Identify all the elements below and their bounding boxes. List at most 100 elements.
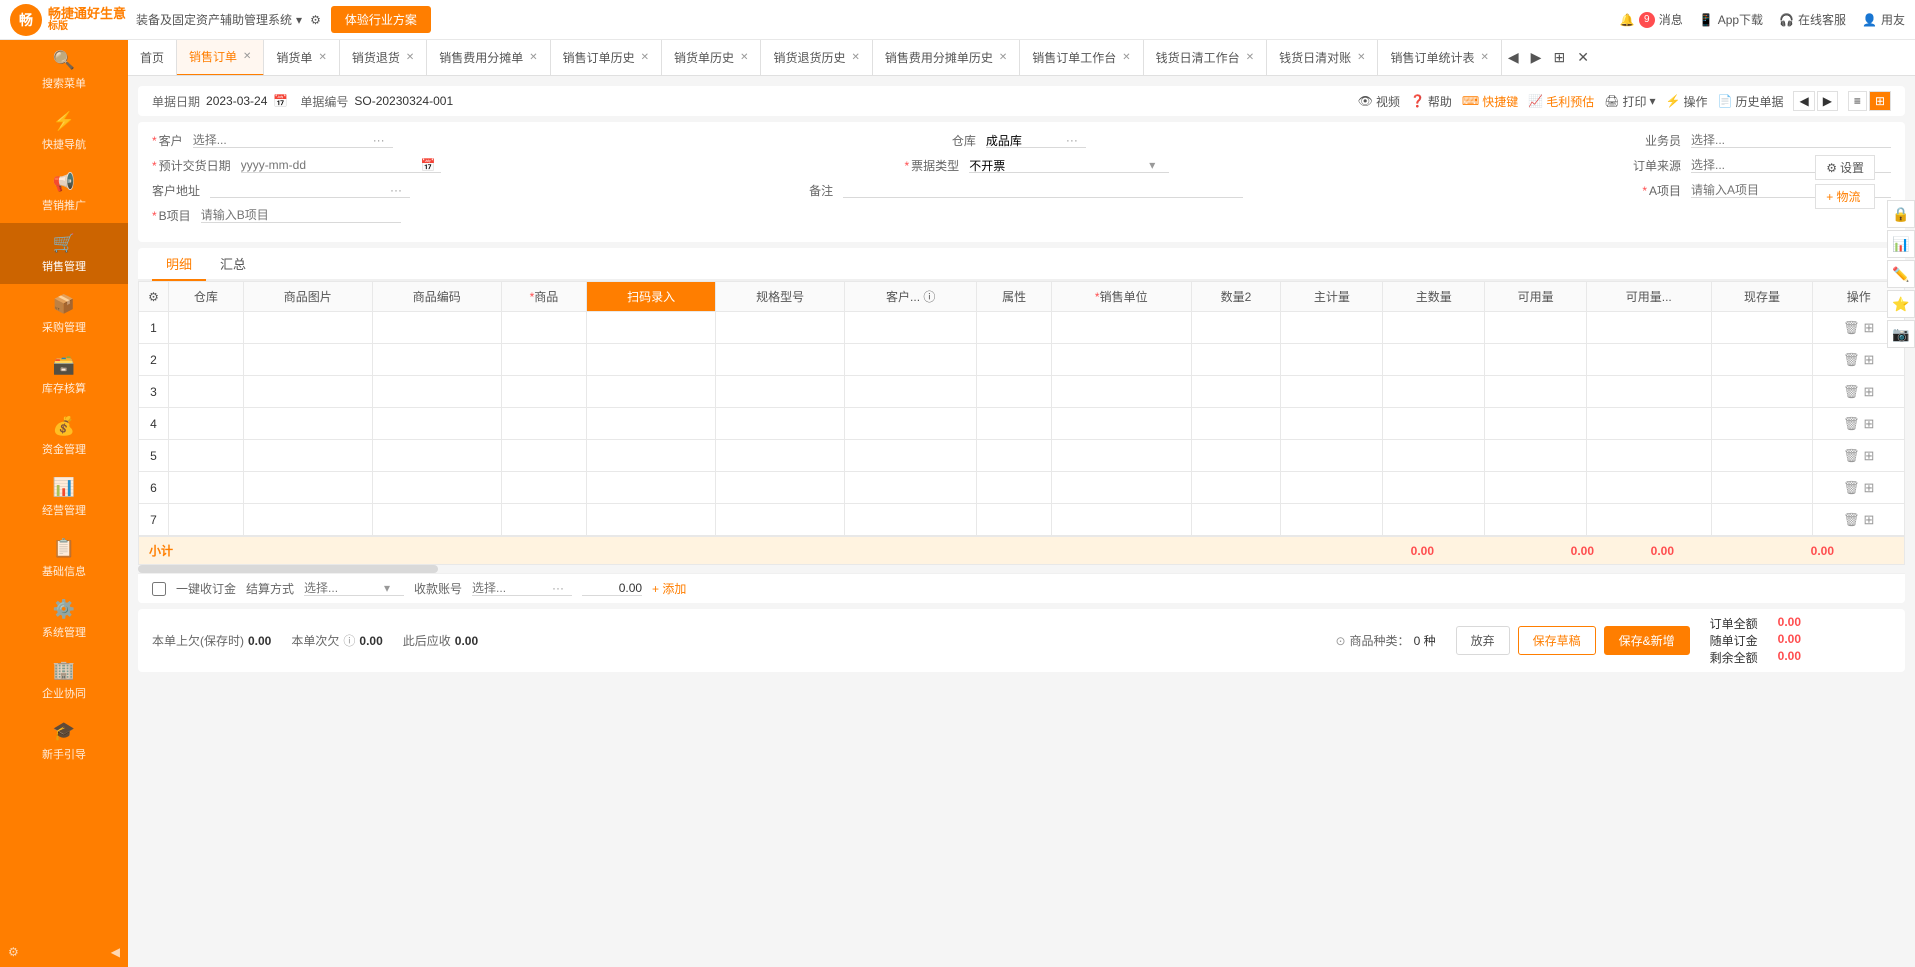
b-project-field[interactable] <box>201 208 381 222</box>
sidebar-item-sales[interactable]: 🛒 销售管理 <box>0 223 128 284</box>
account-field[interactable] <box>472 581 552 595</box>
tab-sales-invoice[interactable]: 销货单 ✕ <box>264 40 339 76</box>
tab-close-order-workbench[interactable]: ✕ <box>1122 52 1130 63</box>
sidebar-item-system[interactable]: ⚙️ 系统管理 <box>0 589 128 650</box>
solution-button[interactable]: 体验行业方案 <box>331 6 431 33</box>
delete-row-5-icon[interactable]: 🗑 <box>1843 448 1860 464</box>
customer-input[interactable]: ··· <box>193 133 393 148</box>
delete-row-2-icon[interactable]: 🗑 <box>1843 352 1860 368</box>
delete-row-1-icon[interactable]: 🗑 <box>1843 320 1860 336</box>
operation-btn[interactable]: ⚡ 操作 <box>1666 93 1708 110</box>
tab-expand-btn[interactable]: ⊞ <box>1547 40 1571 76</box>
address-input[interactable]: ··· <box>210 183 410 198</box>
delete-row-4-icon[interactable]: 🗑 <box>1843 416 1860 432</box>
system-name[interactable]: 装备及固定资产辅助管理系统 ▾ ⚙ <box>136 11 321 28</box>
add-material-btn[interactable]: + 物流 <box>1815 184 1875 209</box>
copy-row-2-icon[interactable]: ⊞ <box>1864 352 1875 368</box>
tab-close-sales-return[interactable]: ✕ <box>406 52 414 63</box>
collapse-icon[interactable]: ◀ <box>111 945 120 959</box>
tab-daily-reconcile[interactable]: 钱货日清对账 ✕ <box>1267 40 1378 76</box>
scrollbar[interactable] <box>138 565 1905 573</box>
tab-sales-order[interactable]: 销售订单 ✕ <box>177 40 264 76</box>
nav-left-icon[interactable]: ◀ <box>1793 91 1814 111</box>
remark-field[interactable] <box>843 183 1223 197</box>
delete-row-7-icon[interactable]: 🗑 <box>1843 512 1860 528</box>
copy-row-6-icon[interactable]: ⊞ <box>1864 480 1875 496</box>
copy-row-1-icon[interactable]: ⊞ <box>1864 320 1875 336</box>
tab-close-daily-reconcile[interactable]: ✕ <box>1357 52 1365 63</box>
tab-fee-split[interactable]: 销售费用分摊单 ✕ <box>427 40 550 76</box>
help-btn[interactable]: ❓ 帮助 <box>1410 93 1452 110</box>
float-edit-icon[interactable]: ✏️ <box>1887 260 1915 288</box>
sidebar-item-inventory[interactable]: 🗃️ 库存核算 <box>0 345 128 406</box>
tab-return-history[interactable]: 销货退货历史 ✕ <box>761 40 872 76</box>
scrollbar-thumb[interactable] <box>138 565 438 573</box>
add-payment-btn[interactable]: + 添加 <box>652 580 686 597</box>
profit-btn[interactable]: 📈 毛利预估 <box>1528 93 1594 110</box>
sidebar-item-marketing[interactable]: 📢 营销推广 <box>0 162 128 223</box>
settings-bottom-icon[interactable]: ⚙ <box>8 945 19 959</box>
tab-close-fee-split-history[interactable]: ✕ <box>999 52 1007 63</box>
save-draft-button[interactable]: 保存草稿 <box>1518 626 1596 655</box>
tab-close-sales-order[interactable]: ✕ <box>243 51 251 62</box>
copy-row-7-icon[interactable]: ⊞ <box>1864 512 1875 528</box>
app-download-item[interactable]: 📱 App下载 <box>1699 11 1763 28</box>
delivery-date-input[interactable]: 📅 <box>241 158 441 173</box>
float-star-icon[interactable]: ⭐ <box>1887 290 1915 318</box>
tab-sales-stats[interactable]: 销售订单统计表 ✕ <box>1378 40 1501 76</box>
delete-row-3-icon[interactable]: 🗑 <box>1843 384 1860 400</box>
float-lock-icon[interactable]: 🔒 <box>1887 200 1915 228</box>
one-click-checkbox[interactable] <box>152 582 166 596</box>
staff-field[interactable] <box>1691 133 1871 147</box>
sidebar-item-operation[interactable]: 📊 经营管理 <box>0 467 128 528</box>
tab-close-sales-invoice[interactable]: ✕ <box>318 52 326 63</box>
save-new-button[interactable]: 保存&新增 <box>1604 626 1690 655</box>
list-view-icon[interactable]: ≡ <box>1848 91 1867 111</box>
sidebar-item-search[interactable]: 🔍 搜索菜单 <box>0 40 128 101</box>
tab-next-btn[interactable]: ▶ <box>1525 40 1548 76</box>
history-btn[interactable]: 📄 历史单据 <box>1717 93 1783 110</box>
delivery-date-field[interactable] <box>241 158 421 172</box>
copy-row-5-icon[interactable]: ⊞ <box>1864 448 1875 464</box>
payment-method-field[interactable] <box>304 581 384 595</box>
nav-right-icon[interactable]: ▶ <box>1817 91 1838 111</box>
card-view-icon[interactable]: ⊞ <box>1869 91 1891 111</box>
float-chart-icon[interactable]: 📊 <box>1887 230 1915 258</box>
customer-field[interactable] <box>193 133 373 147</box>
warehouse-field[interactable] <box>986 133 1066 147</box>
sidebar-item-purchase[interactable]: 📦 采购管理 <box>0 284 128 345</box>
settings-form-btn[interactable]: ⚙ 设置 <box>1815 155 1875 180</box>
tab-close-invoice-history[interactable]: ✕ <box>740 52 748 63</box>
tab-order-workbench[interactable]: 销售订单工作台 ✕ <box>1020 40 1143 76</box>
tab-sales-return[interactable]: 销货退货 ✕ <box>340 40 427 76</box>
tab-close-sales-stats[interactable]: ✕ <box>1481 52 1489 63</box>
online-service-item[interactable]: 🎧 在线客服 <box>1779 11 1846 28</box>
warehouse-input[interactable]: ··· <box>986 133 1086 148</box>
sidebar-item-finance[interactable]: 💰 资金管理 <box>0 406 128 467</box>
delete-row-6-icon[interactable]: 🗑 <box>1843 480 1860 496</box>
calendar-icon[interactable]: 📅 <box>273 94 288 108</box>
account-input[interactable]: ··· <box>472 581 572 596</box>
notification-item[interactable]: 🔔 9 消息 <box>1620 11 1683 28</box>
view-btn[interactable]: 👁 视频 <box>1358 93 1400 110</box>
col-settings[interactable]: ⚙ <box>139 282 169 312</box>
float-camera-icon[interactable]: 📷 <box>1887 320 1915 348</box>
tab-close-return-history[interactable]: ✕ <box>851 52 859 63</box>
tab-close-daily-workbench[interactable]: ✕ <box>1246 52 1254 63</box>
staff-input[interactable] <box>1691 133 1891 148</box>
print-btn[interactable]: 🖨 打印 ▾ <box>1604 93 1655 110</box>
tab-prev-btn[interactable]: ◀ <box>1502 40 1525 76</box>
sidebar-item-enterprise[interactable]: 🏢 企业协同 <box>0 650 128 711</box>
tab-close-order-history[interactable]: ✕ <box>641 52 649 63</box>
tab-fee-split-history[interactable]: 销售费用分摊单历史 ✕ <box>873 40 1020 76</box>
b-project-input[interactable] <box>201 208 401 223</box>
tab-summary[interactable]: 汇总 <box>206 248 260 279</box>
settings-icon[interactable]: ⚙ <box>310 13 321 27</box>
sidebar-item-quick[interactable]: ⚡ 快捷导航 <box>0 101 128 162</box>
payment-method-input[interactable]: ▾ <box>304 581 404 596</box>
tab-daily-workbench[interactable]: 钱货日清工作台 ✕ <box>1144 40 1267 76</box>
col-scan[interactable]: 扫码录入 <box>587 282 716 312</box>
invoice-type-field[interactable] <box>969 158 1149 172</box>
shortcut-btn[interactable]: ⌨ 快捷键 <box>1462 93 1518 110</box>
sidebar-item-guide[interactable]: 🎓 新手引导 <box>0 711 128 772</box>
